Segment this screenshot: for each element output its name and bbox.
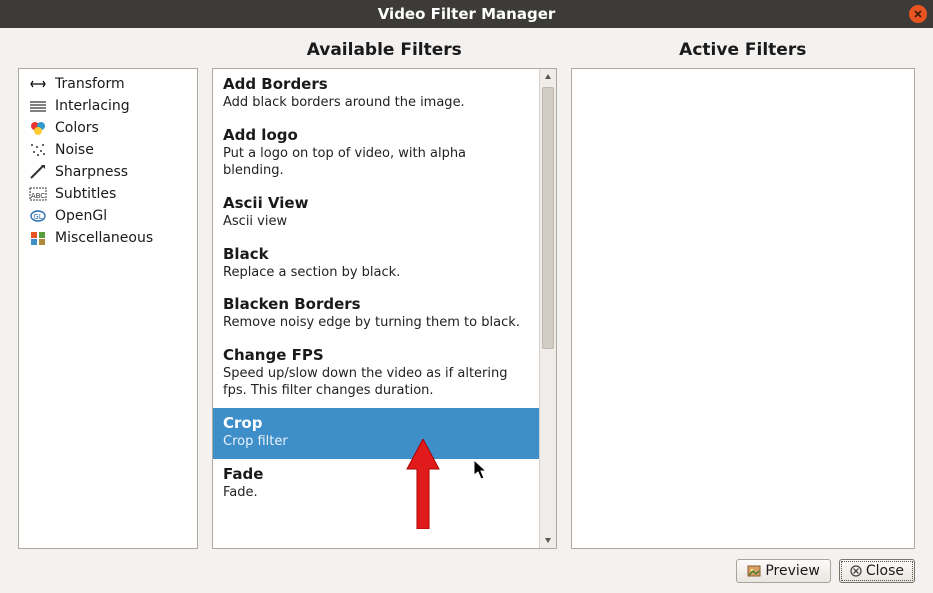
category-list: Transform Interlacing Colors Noise Sharpness… — [19, 69, 197, 253]
opengl-icon: GL — [29, 208, 47, 224]
close-button[interactable]: Close — [839, 559, 915, 583]
category-panel: Transform Interlacing Colors Noise Sharpness… — [18, 68, 198, 549]
filter-item[interactable]: Fade Fade. — [213, 459, 539, 510]
category-item-subtitles[interactable]: ABC Subtitles — [19, 183, 197, 205]
active-column: Active Filters — [571, 40, 916, 549]
blank-header — [18, 40, 198, 60]
filter-item[interactable]: Blacken Borders Remove noisy edge by turn… — [213, 289, 539, 340]
category-label: Colors — [55, 120, 99, 136]
category-label: Subtitles — [55, 186, 116, 202]
svg-text:GL: GL — [33, 213, 42, 221]
filter-desc: Remove noisy edge by turning them to bla… — [223, 315, 529, 332]
category-item-misc[interactable]: Miscellaneous — [19, 227, 197, 249]
interlacing-icon — [29, 98, 47, 114]
window: Video Filter Manager Transform Interlacin… — [0, 0, 933, 593]
filter-item[interactable]: Add Borders Add black borders around the … — [213, 69, 539, 120]
scroll-up-button[interactable] — [540, 69, 556, 85]
filter-name: Add Borders — [223, 75, 529, 93]
scroll-thumb[interactable] — [542, 87, 554, 349]
noise-icon — [29, 142, 47, 158]
category-label: Sharpness — [55, 164, 128, 180]
category-label: Transform — [55, 76, 125, 92]
preview-button-label: Preview — [765, 563, 820, 579]
category-label: Interlacing — [55, 98, 130, 114]
available-filters-list: Add Borders Add black borders around the … — [213, 69, 539, 548]
filter-name: Black — [223, 245, 529, 263]
category-item-opengl[interactable]: GL OpenGl — [19, 205, 197, 227]
scroll-down-button[interactable] — [540, 532, 556, 548]
available-column: Available Filters Add Borders Add black b… — [212, 40, 557, 549]
close-icon — [850, 565, 862, 577]
subtitles-icon: ABC — [29, 186, 47, 202]
filter-name: Crop — [223, 414, 529, 432]
category-item-transform[interactable]: Transform — [19, 73, 197, 95]
columns: Transform Interlacing Colors Noise Sharpness… — [18, 40, 915, 549]
filter-desc: Crop filter — [223, 434, 529, 451]
category-item-sharpness[interactable]: Sharpness — [19, 161, 197, 183]
colors-icon — [29, 120, 47, 136]
footer: Preview Close — [18, 559, 915, 583]
filter-name: Fade — [223, 465, 529, 483]
filter-name: Blacken Borders — [223, 295, 529, 313]
filter-desc: Put a logo on top of video, with alpha b… — [223, 146, 529, 180]
active-panel[interactable] — [571, 68, 916, 549]
available-filters-header: Available Filters — [212, 40, 557, 60]
filter-name: Ascii View — [223, 194, 529, 212]
preview-icon — [747, 564, 761, 578]
filter-desc: Ascii view — [223, 214, 529, 231]
available-panel: Add Borders Add black borders around the … — [212, 68, 557, 549]
category-label: Noise — [55, 142, 94, 158]
svg-text:ABC: ABC — [31, 192, 45, 200]
category-item-interlacing[interactable]: Interlacing — [19, 95, 197, 117]
filter-item[interactable]: Change FPS Speed up/slow down the video a… — [213, 340, 539, 408]
titlebar: Video Filter Manager — [0, 0, 933, 28]
filter-name: Change FPS — [223, 346, 529, 364]
filter-item[interactable]: Ascii View Ascii view — [213, 188, 539, 239]
filter-name: Add logo — [223, 126, 529, 144]
filter-item[interactable]: Crop Crop filter — [213, 408, 539, 459]
filter-desc: Speed up/slow down the video as if alter… — [223, 366, 529, 400]
category-column: Transform Interlacing Colors Noise Sharpness… — [18, 40, 198, 549]
preview-button[interactable]: Preview — [736, 559, 831, 583]
window-title: Video Filter Manager — [378, 5, 556, 23]
category-label: OpenGl — [55, 208, 107, 224]
window-close-button[interactable] — [909, 5, 927, 23]
filter-desc: Replace a section by black. — [223, 265, 529, 282]
misc-icon — [29, 230, 47, 246]
close-button-label: Close — [866, 563, 904, 579]
category-item-colors[interactable]: Colors — [19, 117, 197, 139]
filter-desc: Fade. — [223, 485, 529, 502]
active-filters-header: Active Filters — [571, 40, 916, 60]
content-area: Transform Interlacing Colors Noise Sharpness… — [0, 28, 933, 593]
filter-desc: Add black borders around the image. — [223, 95, 529, 112]
close-icon — [913, 9, 923, 19]
sharpness-icon — [29, 164, 47, 180]
chevron-up-icon — [544, 73, 552, 81]
transform-icon — [29, 76, 47, 92]
scrollbar[interactable] — [539, 69, 556, 548]
category-item-noise[interactable]: Noise — [19, 139, 197, 161]
chevron-down-icon — [544, 536, 552, 544]
filter-item[interactable]: Black Replace a section by black. — [213, 239, 539, 290]
filter-item[interactable]: Add logo Put a logo on top of video, with… — [213, 120, 539, 188]
category-label: Miscellaneous — [55, 230, 153, 246]
